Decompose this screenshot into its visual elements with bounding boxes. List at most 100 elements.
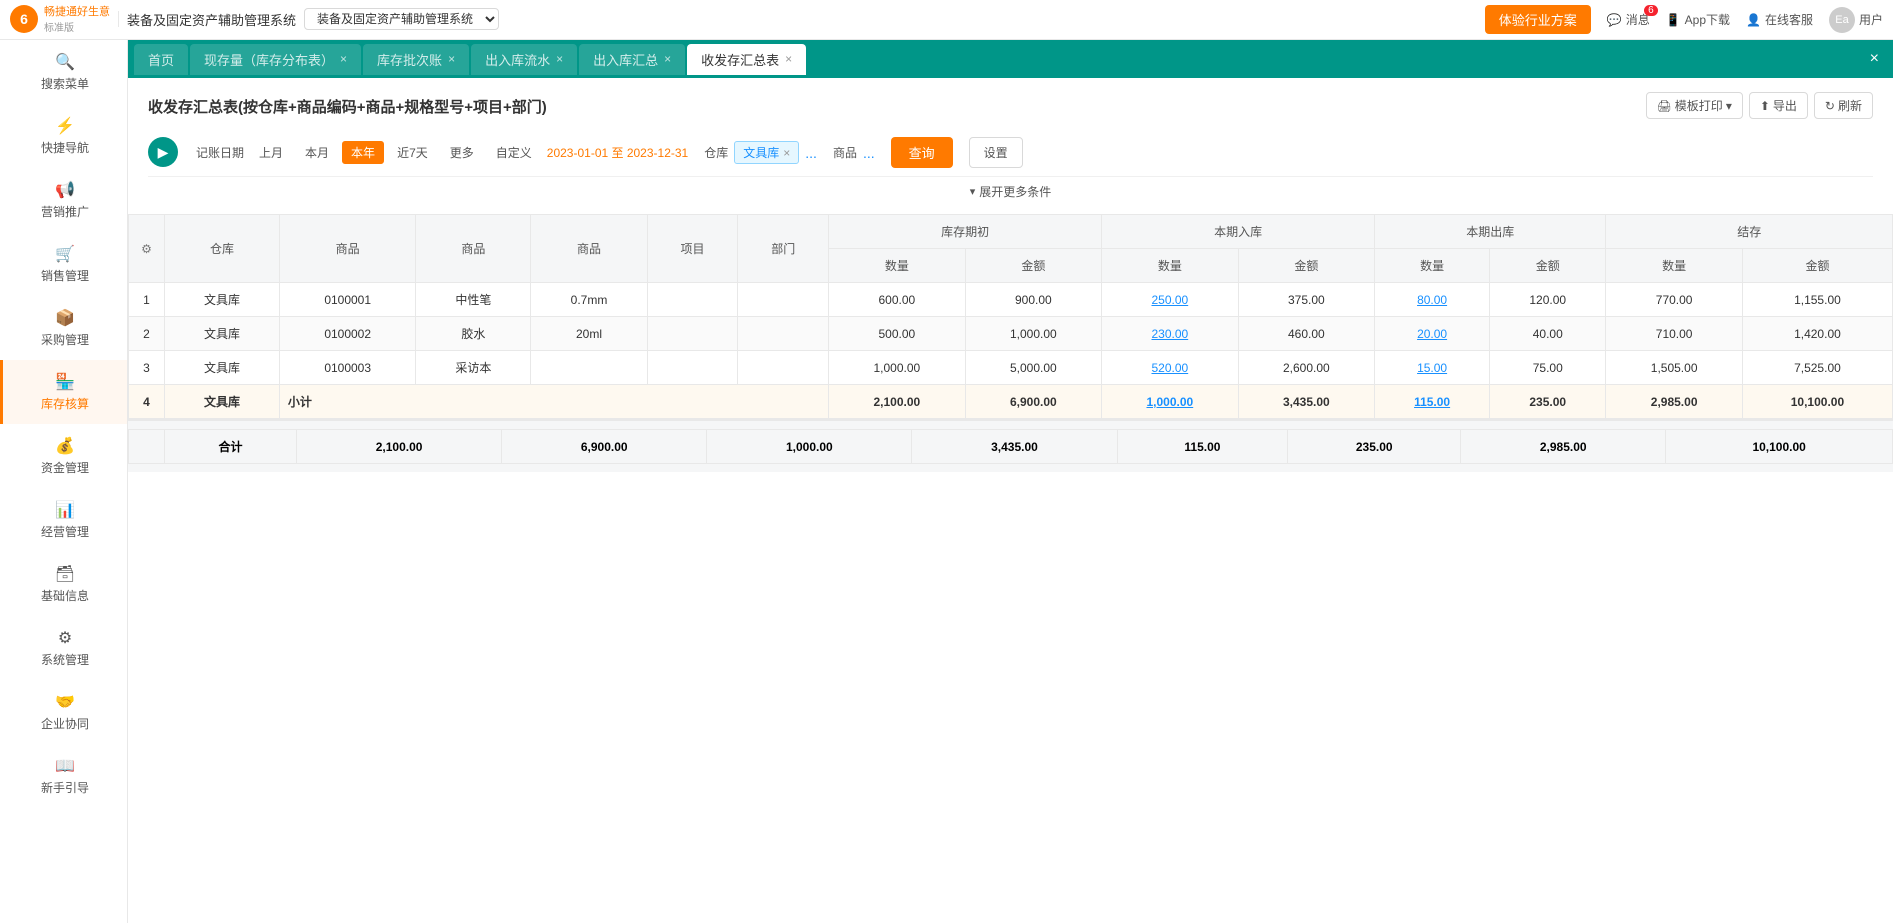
query-btn[interactable]: 查询 [891, 137, 953, 168]
th-code: 商品 [279, 215, 416, 283]
sidebar-label-search: 搜索菜单 [41, 75, 89, 92]
tab-batch-ledger[interactable]: 库存批次账 × [363, 44, 469, 75]
td-subtotal-bal-qty: 2,985.00 [1606, 385, 1743, 419]
refresh-btn[interactable]: ↻ 刷新 [1814, 92, 1873, 119]
td-in-amt-2: 460.00 [1238, 317, 1375, 351]
td-subtotal-in-qty[interactable]: 1,000.00 [1102, 385, 1239, 419]
td-code-2: 0100002 [279, 317, 416, 351]
tab-recv-send-summary[interactable]: 收发存汇总表 × [687, 44, 806, 75]
message-btn[interactable]: 💬 消息 6 [1607, 11, 1650, 28]
brand-name: 畅捷通好生意 [44, 5, 110, 19]
export-label: 导出 [1773, 97, 1797, 114]
tab-bar-close-btn[interactable]: × [1862, 50, 1887, 68]
refresh-icon: ↻ [1825, 99, 1835, 113]
td-out-qty-1[interactable]: 80.00 [1375, 283, 1490, 317]
print-btn[interactable]: 🖨 模板打印 ▾ [1646, 92, 1743, 119]
tab-in-out-flow-close[interactable]: × [556, 52, 563, 66]
date-btn-this-month[interactable]: 本月 [296, 141, 338, 164]
experience-btn[interactable]: 体验行业方案 [1485, 5, 1591, 34]
search-icon: 🔍 [55, 52, 75, 72]
chevron-down-icon: ▾ [1726, 99, 1732, 113]
sidebar-label-operation: 经营管理 [41, 523, 89, 540]
avatar: Ea [1829, 7, 1855, 33]
date-btn-last-month[interactable]: 上月 [250, 141, 292, 164]
td-in-qty-1[interactable]: 250.00 [1102, 283, 1239, 317]
th-settings: ⚙ [129, 215, 165, 283]
tab-in-out-summary[interactable]: 出入库汇总 × [579, 44, 685, 75]
th-bal-qty: 数量 [1606, 249, 1743, 283]
tab-stock-dist[interactable]: 现存量（库存分布表） × [190, 44, 361, 75]
brand-sub: 标准版 [44, 19, 110, 34]
td-in-amt-1: 375.00 [1238, 283, 1375, 317]
td-subtotal-out-qty[interactable]: 115.00 [1375, 385, 1490, 419]
tab-bar: 首页 现存量（库存分布表） × 库存批次账 × 出入库流水 × 出入库汇总 × [128, 40, 1893, 78]
user-btn[interactable]: Ea 用户 [1829, 7, 1883, 33]
sidebar-item-enterprise[interactable]: 🤝 企业协同 [0, 680, 127, 744]
tab-recv-send-summary-close[interactable]: × [785, 52, 792, 66]
top-bar: 6 畅捷通好生意 标准版 装备及固定资产辅助管理系统 装备及固定资产辅助管理系统… [0, 0, 1893, 40]
date-btn-custom[interactable]: 自定义 [487, 141, 541, 164]
td-bal-amt-1: 1,155.00 [1742, 283, 1892, 317]
export-btn[interactable]: ⬆ 导出 [1749, 92, 1808, 119]
table-row: 2 文具库 0100002 胶水 20ml 500.00 1,000.00 [129, 317, 1893, 351]
date-filter-group: 记账日期 上月 本月 本年 近7天 更多 自定义 [196, 141, 688, 164]
th-bal-amt: 金额 [1742, 249, 1892, 283]
sidebar-item-operation[interactable]: 📊 经营管理 [0, 488, 127, 552]
expand-arrow[interactable]: ▶ [148, 137, 178, 167]
sidebar-item-system[interactable]: ⚙ 系统管理 [0, 616, 127, 680]
th-in-amt: 金额 [1238, 249, 1375, 283]
date-btn-this-year[interactable]: 本年 [342, 141, 384, 164]
td-out-qty-3[interactable]: 15.00 [1375, 351, 1490, 385]
sidebar-item-sales[interactable]: 🛒 销售管理 [0, 232, 127, 296]
system-select[interactable]: 装备及固定资产辅助管理系统 [304, 8, 499, 30]
td-qi-amt-1: 900.00 [965, 283, 1102, 317]
sidebar-item-capital[interactable]: 💰 资金管理 [0, 424, 127, 488]
td-name-1: 中性笔 [416, 283, 531, 317]
brand: 6 畅捷通好生意 标准版 [10, 5, 110, 34]
settings-btn[interactable]: 设置 [969, 137, 1023, 168]
printer-icon: 🖨 [1657, 99, 1672, 113]
sidebar-label-system: 系统管理 [41, 651, 89, 668]
app-download-btn[interactable]: 📱 App下载 [1666, 11, 1730, 28]
sidebar-item-marketing[interactable]: 📢 营销推广 [0, 168, 127, 232]
td-bal-qty-2: 710.00 [1606, 317, 1743, 351]
tab-batch-ledger-close[interactable]: × [448, 52, 455, 66]
warehouse-more-btn[interactable]: ... [805, 145, 817, 161]
top-bar-right: 体验行业方案 💬 消息 6 📱 App下载 👤 在线客服 Ea 用户 [1485, 5, 1883, 34]
sidebar-item-guide[interactable]: 📖 新手引导 [0, 744, 127, 808]
date-btn-more[interactable]: 更多 [441, 141, 483, 164]
td-no-2: 2 [129, 317, 165, 351]
date-range: 2023-01-01 至 2023-12-31 [547, 144, 688, 161]
sidebar-item-purchase[interactable]: 📦 采购管理 [0, 296, 127, 360]
td-out-amt-3: 75.00 [1490, 351, 1606, 385]
th-out-amt: 金额 [1490, 249, 1606, 283]
sidebar-label-enterprise: 企业协同 [41, 715, 89, 732]
online-service-btn[interactable]: 👤 在线客服 [1746, 11, 1813, 28]
date-btn-7days[interactable]: 近7天 [388, 141, 437, 164]
sidebar-label-basic: 基础信息 [41, 587, 89, 604]
filter-row-1: ▶ 记账日期 上月 本月 本年 近7天 [148, 137, 1873, 168]
tab-home[interactable]: 首页 [134, 44, 188, 75]
tab-stock-dist-close[interactable]: × [340, 52, 347, 66]
td-in-qty-2[interactable]: 230.00 [1102, 317, 1239, 351]
tab-in-out-flow[interactable]: 出入库流水 × [471, 44, 577, 75]
sidebar-item-search[interactable]: 🔍 搜索菜单 [0, 40, 127, 104]
footer-label: 合计 [165, 430, 297, 464]
expand-more-btn[interactable]: ▾ 展开更多条件 [148, 176, 1873, 206]
sidebar-item-quick[interactable]: ⚡ 快捷导航 [0, 104, 127, 168]
page-content: 收发存汇总表(按仓库+商品编码+商品+规格型号+项目+部门) 🖨 模板打印 ▾ … [128, 78, 1893, 923]
warehouse-tag-close[interactable]: × [783, 146, 790, 160]
filter-main: 记账日期 上月 本月 本年 近7天 更多 自定义 [196, 137, 1873, 168]
td-out-amt-1: 120.00 [1490, 283, 1606, 317]
table-settings-icon[interactable]: ⚙ [141, 242, 152, 256]
sidebar-item-inventory[interactable]: 🏪 库存核算 [0, 360, 127, 424]
th-in-group: 本期入库 [1102, 215, 1375, 249]
td-in-qty-3[interactable]: 520.00 [1102, 351, 1239, 385]
td-out-qty-2[interactable]: 20.00 [1375, 317, 1490, 351]
refresh-label: 刷新 [1838, 97, 1862, 114]
td-subtotal-out-amt: 235.00 [1490, 385, 1606, 419]
tab-in-out-summary-close[interactable]: × [664, 52, 671, 66]
sidebar-item-basic[interactable]: 🗃 基础信息 [0, 552, 127, 616]
tab-home-label: 首页 [148, 50, 174, 69]
goods-more-btn[interactable]: ... [863, 145, 875, 161]
